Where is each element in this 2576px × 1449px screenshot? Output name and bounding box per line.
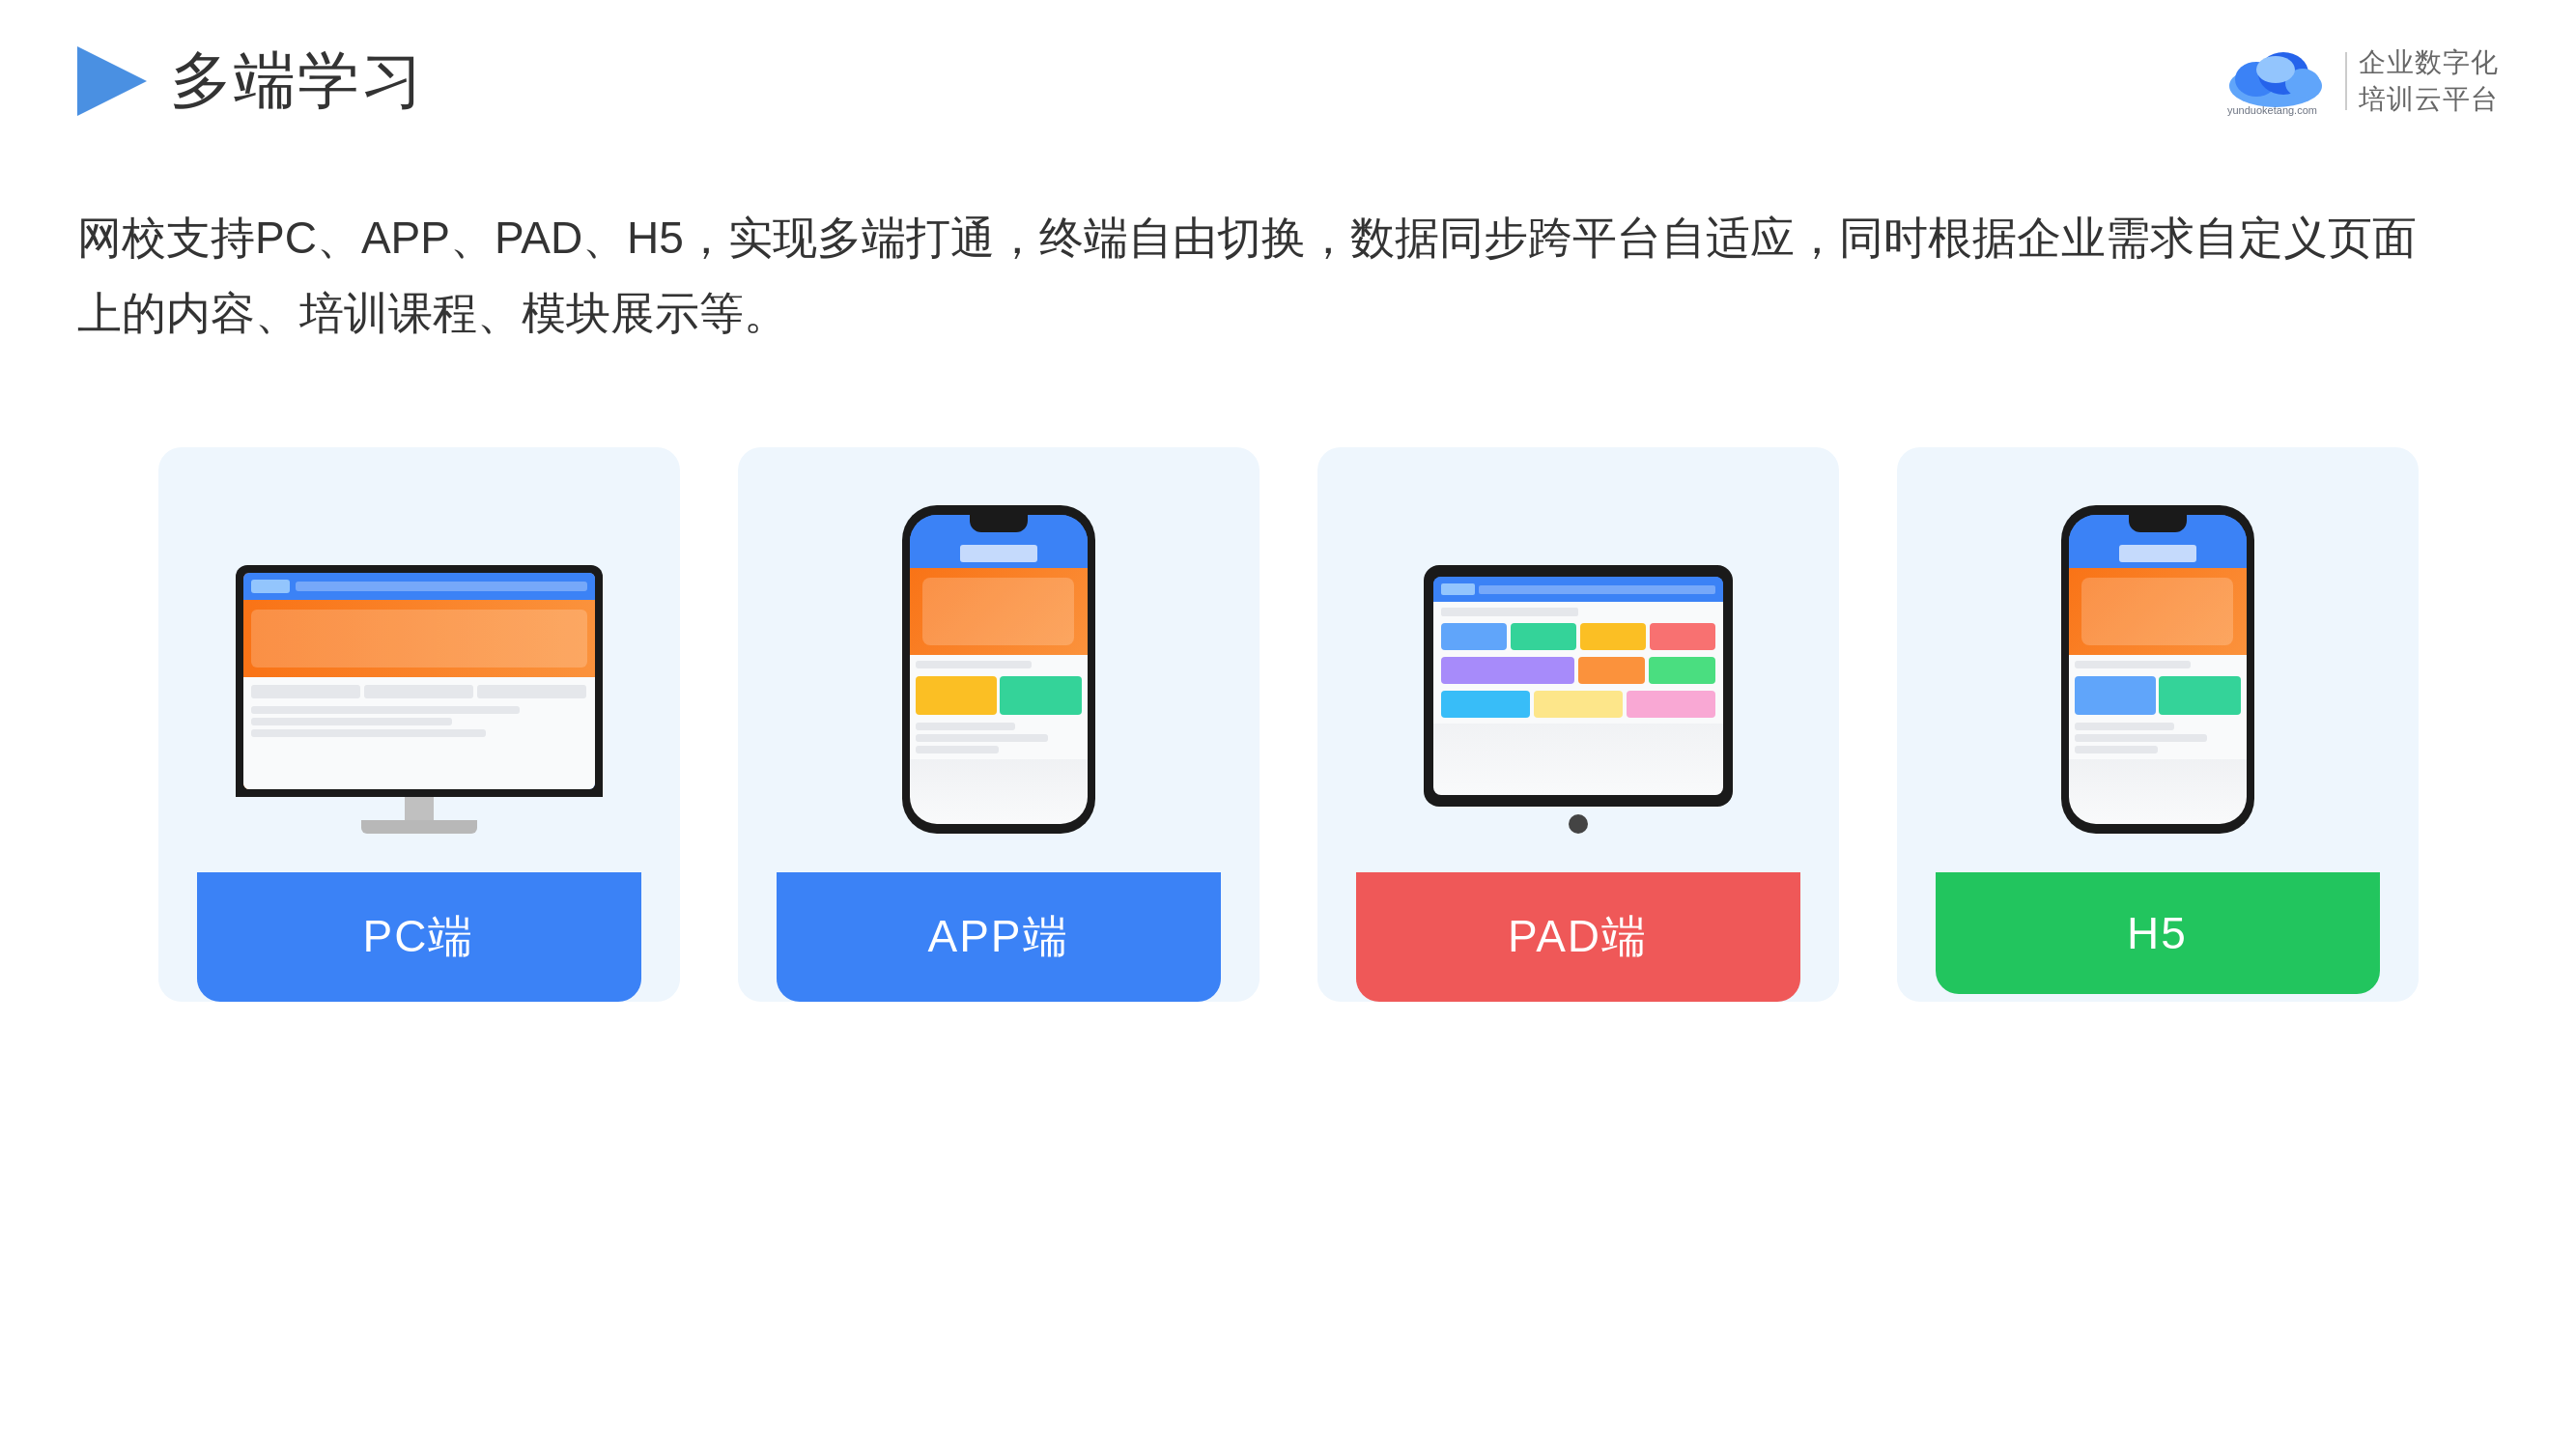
tablet-device-pad bbox=[1424, 565, 1733, 834]
monitor-stand-base bbox=[361, 820, 477, 834]
monitor-stand-neck bbox=[405, 797, 434, 820]
description-line2: 上的内容、培训课程、模块展示等。 bbox=[77, 275, 2499, 351]
pc-button[interactable]: PC端 bbox=[197, 872, 641, 1002]
phone-notch-h5 bbox=[2129, 515, 2187, 532]
phone-screen-app bbox=[910, 515, 1088, 824]
description: 网校支持PC、APP、PAD、H5，实现多端打通，终端自由切换，数据同步跨平台自… bbox=[77, 200, 2499, 351]
phone-body-app bbox=[902, 505, 1095, 834]
svg-point-5 bbox=[2256, 56, 2295, 83]
pc-card: PC端 bbox=[158, 447, 680, 1002]
h5-card: H5 bbox=[1897, 447, 2419, 1002]
phone-body-h5 bbox=[2061, 505, 2254, 834]
cards-section: PC端 bbox=[77, 447, 2499, 1002]
svg-marker-0 bbox=[77, 46, 147, 116]
tablet-home-btn bbox=[1569, 814, 1588, 834]
phone-device-h5 bbox=[2061, 505, 2254, 834]
pad-button[interactable]: PAD端 bbox=[1356, 872, 1800, 1002]
phone-device-app bbox=[902, 505, 1095, 834]
app-card: APP端 bbox=[738, 447, 1260, 1002]
svg-text:yunduoketang.com: yunduoketang.com bbox=[2227, 104, 2317, 116]
logo-tagline1: 企业数字化 bbox=[2359, 44, 2499, 81]
monitor-screen bbox=[243, 573, 595, 789]
phone-screen-h5 bbox=[2069, 515, 2247, 824]
header-right: yunduoketang.com 企业数字化 培训云平台 bbox=[2218, 43, 2499, 120]
phone-notch-app bbox=[970, 515, 1028, 532]
app-button[interactable]: APP端 bbox=[777, 872, 1221, 1002]
logo-tagline2: 培训云平台 bbox=[2359, 81, 2499, 118]
h5-device bbox=[1936, 505, 2380, 834]
logo-text: 企业数字化 培训云平台 bbox=[2359, 44, 2499, 118]
h5-button[interactable]: H5 bbox=[1936, 872, 2380, 994]
header-left: 多端学习 bbox=[77, 39, 425, 123]
pc-device bbox=[197, 505, 641, 834]
tablet-screen-pad bbox=[1433, 577, 1723, 795]
logo-cloud: yunduoketang.com 企业数字化 培训云平台 bbox=[2218, 43, 2499, 120]
pad-device bbox=[1356, 505, 1800, 834]
pad-card: PAD端 bbox=[1317, 447, 1839, 1002]
monitor-device bbox=[236, 565, 603, 834]
description-line1: 网校支持PC、APP、PAD、H5，实现多端打通，终端自由切换，数据同步跨平台自… bbox=[77, 200, 2499, 275]
app-device bbox=[777, 505, 1221, 834]
header: 多端学习 yunduoketang.com 企业数字化 培训云平台 bbox=[0, 0, 2576, 123]
tablet-body-pad bbox=[1424, 565, 1733, 807]
play-icon bbox=[77, 46, 147, 116]
logo-divider bbox=[2345, 52, 2347, 110]
page-title: 多端学习 bbox=[170, 39, 425, 123]
monitor-body bbox=[236, 565, 603, 797]
cloud-logo-icon: yunduoketang.com bbox=[2218, 43, 2334, 120]
